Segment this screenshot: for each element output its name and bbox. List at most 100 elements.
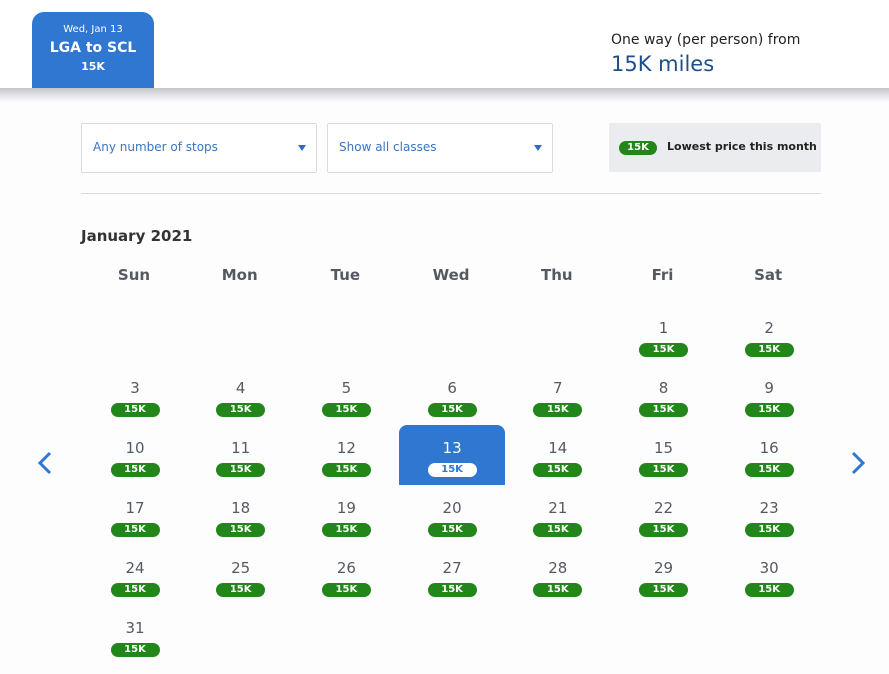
calendar-day[interactable]: 2 15K (716, 305, 822, 365)
day-price-badge: 15K (321, 463, 371, 477)
calendar-day[interactable]: 8 15K (611, 365, 717, 425)
calendar-day[interactable]: 14 15K (505, 425, 611, 485)
day-number: 6 (447, 379, 457, 397)
day-number: 16 (759, 439, 779, 457)
day-number: 11 (231, 439, 251, 457)
day-number: 9 (764, 379, 774, 397)
day-number: 12 (336, 439, 356, 457)
day-price-badge: 15K (321, 583, 371, 597)
day-number: 1 (658, 319, 669, 337)
day-number: 25 (231, 559, 251, 577)
weekday-header: Wed (432, 266, 470, 284)
calendar-day[interactable]: 1 15K (611, 305, 717, 365)
day-number: 3 (130, 379, 140, 397)
day-price-badge: 15K (639, 523, 688, 537)
stops-dropdown-value: Any number of stops (93, 140, 218, 154)
day-price-badge: 15K (744, 583, 794, 597)
calendar-day[interactable]: 11 15K (188, 425, 294, 485)
divider (81, 193, 821, 194)
calendar-day[interactable]: 25 15K (188, 545, 294, 605)
day-price-badge: 15K (744, 343, 794, 357)
day-price-badge: 15K (427, 583, 477, 597)
day-number: 10 (125, 439, 145, 457)
day-price-badge: 15K (110, 403, 160, 417)
day-price-badge: 15K (427, 403, 477, 417)
day-price-badge: 15K (744, 403, 794, 417)
day-number: 29 (653, 559, 674, 577)
day-price-badge: 15K (427, 463, 477, 477)
stops-dropdown[interactable]: Any number of stops (81, 123, 317, 173)
caret-down-icon (298, 145, 306, 151)
day-price-badge: 15K (216, 403, 266, 417)
day-number: 2 (764, 319, 774, 337)
weekday-header: Sat (754, 266, 783, 284)
calendar-day[interactable]: 24 15K (82, 545, 188, 605)
lowest-price-legend: 15K Lowest price this month (609, 123, 821, 172)
day-price-badge: 15K (110, 643, 160, 657)
chevron-right-icon[interactable] (846, 450, 870, 476)
day-number: 31 (125, 619, 145, 637)
day-number: 19 (336, 499, 356, 517)
day-number: 28 (548, 559, 568, 577)
calendar-day[interactable]: 27 15K (399, 545, 505, 605)
calendar-day[interactable]: 9 15K (716, 365, 822, 425)
header-shadow (0, 88, 889, 102)
calendar-day[interactable]: 31 15K (82, 605, 188, 665)
calendar-day[interactable]: 12 15K (293, 425, 399, 485)
calendar-day[interactable]: 4 15K (188, 365, 294, 425)
day-number: 18 (231, 499, 251, 517)
day-price-badge: 15K (216, 583, 266, 597)
day-price-badge: 15K (110, 463, 160, 477)
calendar-day[interactable]: 3 15K (82, 365, 188, 425)
day-price-badge: 15K (427, 523, 477, 537)
calendar-day[interactable]: 28 15K (505, 545, 611, 605)
day-number: 20 (442, 499, 462, 517)
calendar-day[interactable]: 6 15K (399, 365, 505, 425)
calendar-day[interactable]: 16 15K (716, 425, 822, 485)
calendar-day[interactable]: 5 15K (293, 365, 399, 425)
day-price-badge: 15K (639, 403, 688, 417)
day-number: 23 (759, 499, 779, 517)
calendar-day[interactable]: 19 15K (293, 485, 399, 545)
calendar-day[interactable]: 26 15K (293, 545, 399, 605)
day-price-badge: 15K (533, 583, 583, 597)
day-number: 13 (442, 439, 462, 457)
day-price-badge: 15K (639, 583, 688, 597)
calendar-day[interactable]: 10 15K (82, 425, 188, 485)
day-number: 14 (548, 439, 568, 457)
summary-label: One way (per person) from (611, 32, 801, 48)
calendar-day[interactable]: 30 15K (716, 545, 822, 605)
day-number: 7 (553, 379, 563, 397)
day-number: 26 (336, 559, 356, 577)
day-number: 5 (341, 379, 352, 397)
day-number: 30 (759, 559, 779, 577)
calendar-day[interactable]: 22 15K (611, 485, 717, 545)
selected-flight-tab[interactable]: Wed, Jan 13 LGA to SCL 15K (32, 12, 154, 88)
day-price-badge: 15K (216, 463, 266, 477)
day-price-badge: 15K (744, 523, 794, 537)
calendar-day[interactable]: 17 15K (82, 485, 188, 545)
day-number: 4 (235, 379, 246, 397)
calendar-day[interactable]: 7 15K (505, 365, 611, 425)
summary-miles: 15K miles (611, 52, 715, 76)
classes-dropdown-value: Show all classes (339, 140, 437, 154)
day-number: 8 (658, 379, 669, 397)
day-price-badge: 15K (110, 583, 160, 597)
legend-text: Lowest price this month (667, 140, 817, 153)
calendar-day[interactable]: 21 15K (505, 485, 611, 545)
chevron-left-icon[interactable] (33, 450, 57, 476)
classes-dropdown[interactable]: Show all classes (327, 123, 553, 173)
day-price-badge: 15K (321, 523, 371, 537)
month-title: January 2021 (81, 227, 193, 245)
day-number: 15 (653, 439, 674, 457)
calendar-day[interactable]: 18 15K (188, 485, 294, 545)
day-price-badge: 15K (110, 523, 160, 537)
calendar-day[interactable]: 15 15K (611, 425, 717, 485)
calendar-day[interactable]: 29 15K (611, 545, 717, 605)
calendar-day[interactable]: 20 15K (399, 485, 505, 545)
calendar-day[interactable]: 13 15K (399, 425, 506, 485)
day-price-badge: 15K (533, 523, 583, 537)
day-price-badge: 15K (639, 343, 688, 357)
weekday-header: Sun (117, 266, 151, 284)
calendar-day[interactable]: 23 15K (716, 485, 822, 545)
